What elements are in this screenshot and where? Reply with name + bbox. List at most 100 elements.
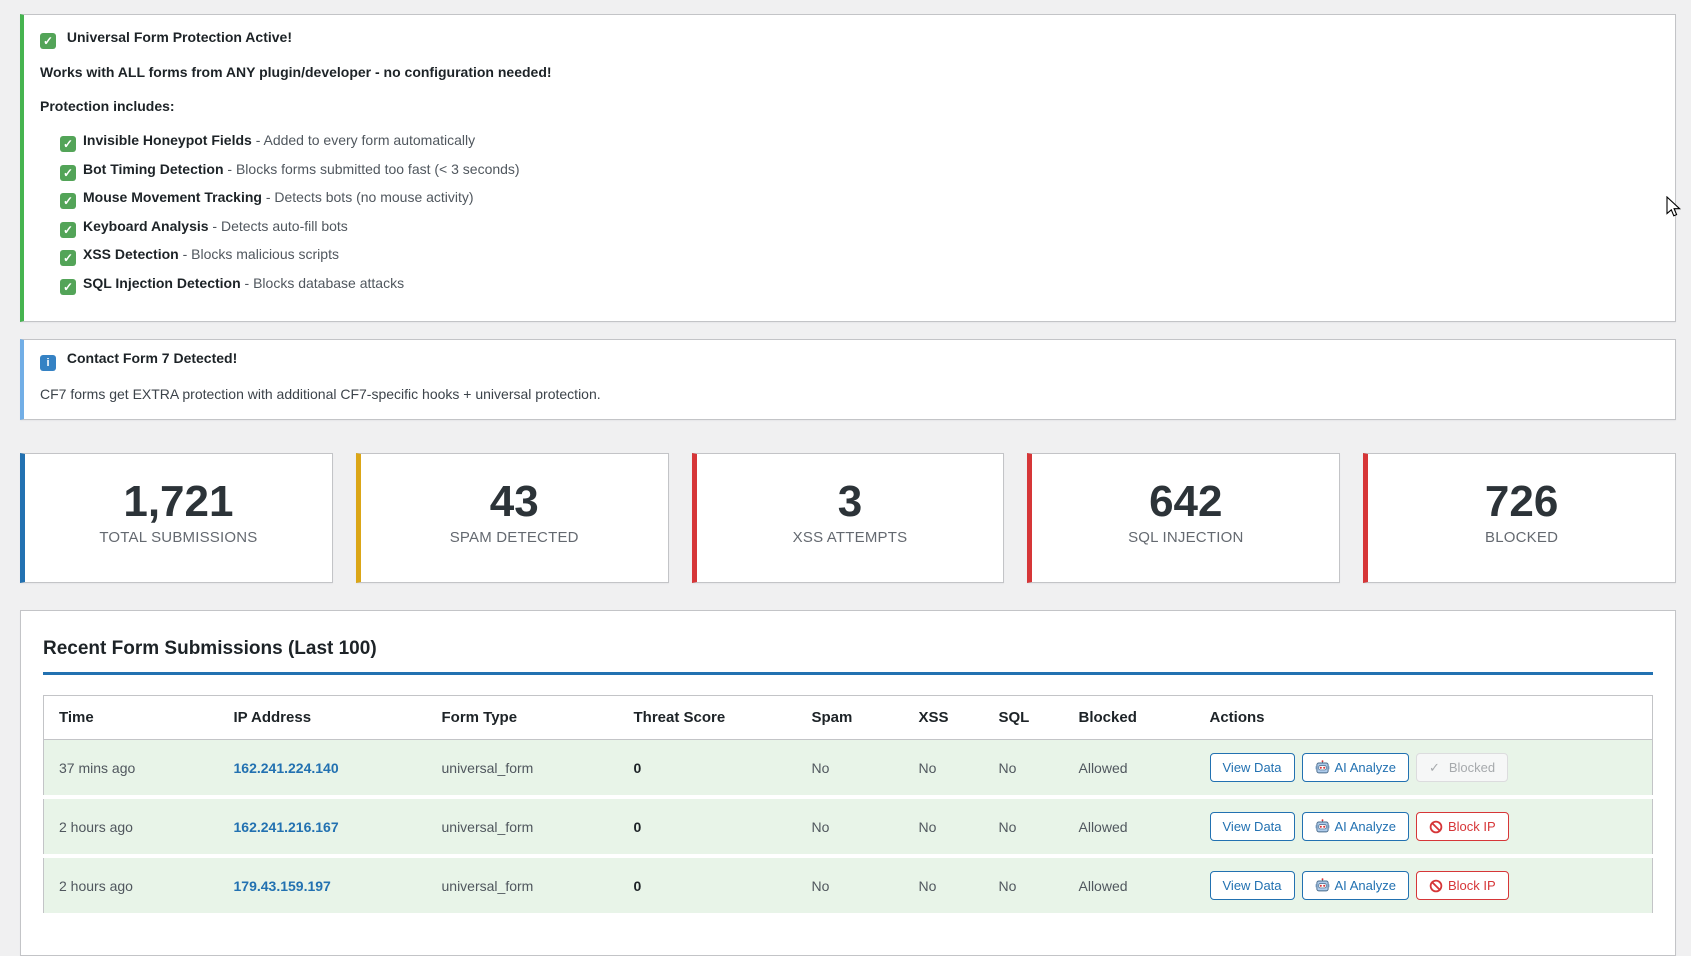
feature-description: - Blocks forms submitted too fast (< 3 s… <box>227 161 519 177</box>
stat-value: 726 <box>1378 478 1665 526</box>
cell-sql: No <box>984 740 1064 798</box>
feature-item: Invisible Honeypot Fields - Added to eve… <box>60 130 1655 152</box>
column-header-actions: Actions <box>1195 696 1653 740</box>
feature-name: SQL Injection Detection <box>83 275 241 291</box>
check-icon <box>60 193 76 209</box>
view-data-label: View Data <box>1223 878 1282 893</box>
blocked-button[interactable]: Blocked <box>1416 753 1508 782</box>
table-header-row: TimeIP AddressForm TypeThreat ScoreSpamX… <box>44 696 1653 740</box>
column-header-blocked: Blocked <box>1064 696 1195 740</box>
cell-spam: No <box>797 797 904 856</box>
column-header-time: Time <box>44 696 219 740</box>
column-header-sql: SQL <box>984 696 1064 740</box>
table-row: 2 hours ago 162.241.216.167 universal_form… <box>44 797 1653 856</box>
feature-description: - Added to every form automatically <box>256 132 475 148</box>
stat-value: 43 <box>371 478 658 526</box>
ai-analyze-button[interactable]: AI Analyze <box>1302 812 1409 841</box>
protection-notice-subtitle: Works with ALL forms from ANY plugin/dev… <box>40 62 1655 83</box>
cell-actions: View Data AI Analyze Blocked <box>1195 740 1653 798</box>
cf7-notice-title: Contact Form 7 Detected! <box>67 350 237 366</box>
check-icon <box>60 165 76 181</box>
cf7-detected-notice: Contact Form 7 Detected! CF7 forms get E… <box>20 339 1676 420</box>
cell-form-type: universal_form <box>427 797 619 856</box>
block-action-label: Block IP <box>1448 819 1496 834</box>
feature-description: - Detects bots (no mouse activity) <box>266 189 474 205</box>
cell-actions: View Data AI Analyze Block IP <box>1195 797 1653 856</box>
view-data-button[interactable]: View Data <box>1210 753 1295 782</box>
block-action-label: Blocked <box>1449 760 1495 775</box>
cell-blocked-status: Allowed <box>1064 856 1195 915</box>
ip-address-link[interactable]: 162.241.224.140 <box>234 760 339 776</box>
cell-xss: No <box>904 797 984 856</box>
column-header-xss: XSS <box>904 696 984 740</box>
feature-name: Keyboard Analysis <box>83 218 209 234</box>
stat-label: TOTAL SUBMISSIONS <box>35 529 322 546</box>
threat-score-value: 0 <box>634 878 642 894</box>
feature-name: XSS Detection <box>83 246 179 262</box>
view-data-label: View Data <box>1223 760 1282 775</box>
submissions-table: TimeIP AddressForm TypeThreat ScoreSpamX… <box>43 695 1653 917</box>
stat-value: 642 <box>1042 478 1329 526</box>
cell-threat-score: 0 <box>619 797 797 856</box>
info-icon <box>40 355 56 371</box>
section-title: Recent Form Submissions (Last 100) <box>43 638 1653 675</box>
block-icon <box>1429 879 1443 893</box>
protection-feature-list: Invisible Honeypot Fields - Added to eve… <box>60 130 1655 295</box>
cell-time: 37 mins ago <box>44 740 219 798</box>
ip-address-link[interactable]: 162.241.216.167 <box>234 819 339 835</box>
ai-analyze-button[interactable]: AI Analyze <box>1302 871 1409 900</box>
ip-address-link[interactable]: 179.43.159.197 <box>234 878 331 894</box>
cell-sql: No <box>984 856 1064 915</box>
robot-icon <box>1315 878 1330 893</box>
feature-name: Mouse Movement Tracking <box>83 189 262 205</box>
cell-blocked-status: Allowed <box>1064 797 1195 856</box>
feature-item: Bot Timing Detection - Blocks forms subm… <box>60 159 1655 181</box>
cell-ip-address: 162.241.216.167 <box>219 797 427 856</box>
cell-ip-address: 162.241.224.140 <box>219 740 427 798</box>
cell-form-type: universal_form <box>427 740 619 798</box>
protection-active-notice: Universal Form Protection Active! Works … <box>20 14 1676 322</box>
stat-card-spam-detected: 43 SPAM DETECTED <box>356 453 669 583</box>
table-row: 37 mins ago 162.241.224.140 universal_form… <box>44 740 1653 798</box>
block-ip-button[interactable]: Block IP <box>1416 812 1509 841</box>
feature-description: - Blocks malicious scripts <box>183 246 339 262</box>
cell-sql: No <box>984 797 1064 856</box>
check-icon <box>40 33 56 49</box>
block-icon <box>1429 820 1443 834</box>
stat-label: XSS ATTEMPTS <box>707 529 994 546</box>
block-action-label: Block IP <box>1448 878 1496 893</box>
cell-actions: View Data AI Analyze Block IP <box>1195 856 1653 915</box>
column-header-form-type: Form Type <box>427 696 619 740</box>
cell-spam: No <box>797 856 904 915</box>
column-header-threat-score: Threat Score <box>619 696 797 740</box>
threat-score-value: 0 <box>634 819 642 835</box>
cell-spam: No <box>797 740 904 798</box>
table-row: 2 hours ago179.43.159.197universal_form0… <box>44 856 1653 915</box>
feature-description: - Detects auto-fill bots <box>212 218 347 234</box>
view-data-button[interactable]: View Data <box>1210 812 1295 841</box>
feature-item: Mouse Movement Tracking - Detects bots (… <box>60 187 1655 209</box>
ai-analyze-label: AI Analyze <box>1335 819 1396 834</box>
cell-form-type: universal_form <box>427 856 619 915</box>
check-icon <box>60 222 76 238</box>
mouse-cursor-icon <box>1666 196 1681 218</box>
check-icon <box>60 250 76 266</box>
cf7-notice-title-line: Contact Form 7 Detected! <box>40 348 1655 371</box>
stat-label: SQL INJECTION <box>1042 529 1329 546</box>
stat-value: 3 <box>707 478 994 526</box>
protection-notice-title: Universal Form Protection Active! <box>67 29 292 45</box>
stat-card-blocked: 726BLOCKED <box>1363 453 1676 583</box>
robot-icon <box>1315 819 1330 834</box>
robot-icon <box>1315 760 1330 775</box>
stat-label: SPAM DETECTED <box>371 529 658 546</box>
cell-xss: No <box>904 740 984 798</box>
threat-score-value: 0 <box>634 760 642 776</box>
feature-description: - Blocks database attacks <box>245 275 405 291</box>
view-data-button[interactable]: View Data <box>1210 871 1295 900</box>
cell-blocked-status: Allowed <box>1064 740 1195 798</box>
cell-time: 2 hours ago <box>44 797 219 856</box>
ai-analyze-button[interactable]: AI Analyze <box>1302 753 1409 782</box>
check-icon <box>60 136 76 152</box>
block-ip-button[interactable]: Block IP <box>1416 871 1509 900</box>
cell-threat-score: 0 <box>619 856 797 915</box>
